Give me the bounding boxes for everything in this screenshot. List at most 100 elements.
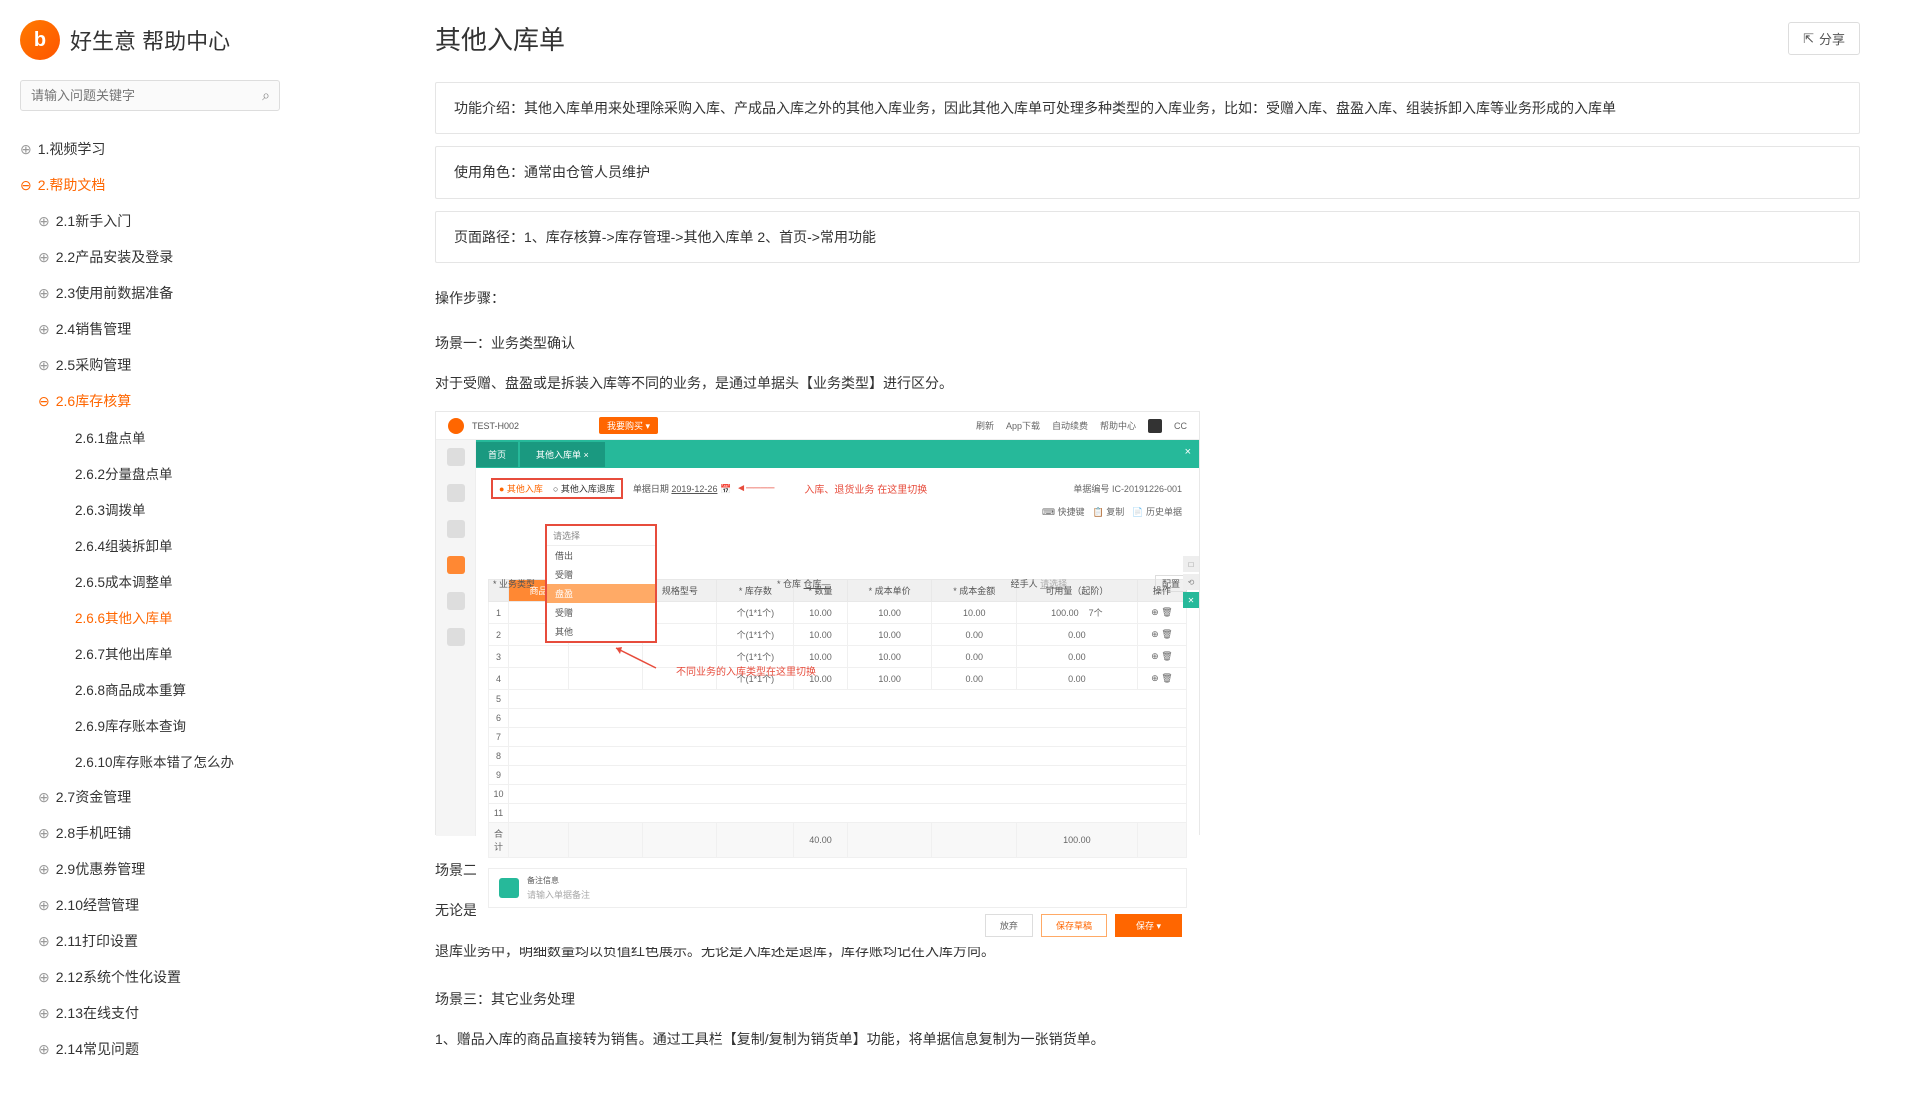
main-content: 其他入库单 ⇱分享 功能介绍：其他入库单用来处理除采购入库、产成品入库之外的其他… — [305, 0, 1920, 1097]
nav-2-6-2[interactable]: 2.6.2分量盘点单 — [20, 455, 285, 491]
nav-2-13[interactable]: ⊕2.13在线支付 — [20, 995, 285, 1031]
intro-box: 功能介绍：其他入库单用来处理除采购入库、产成品入库之外的其他入库业务，因此其他入… — [435, 82, 1860, 134]
embedded-screenshot: TEST-H002 我要购买 ▾ 刷新 App下载 自动续费 帮助中心 CC — [435, 411, 1200, 835]
plus-icon: ⊕ — [20, 141, 32, 158]
nav-2-6-6[interactable]: 2.6.6其他入库单 — [20, 599, 285, 635]
path-box: 页面路径：1、库存核算->库存管理->其他入库单 2、首页->常用功能 — [435, 211, 1860, 263]
steps-label: 操作步骤： — [435, 288, 1860, 308]
nav-2-7[interactable]: ⊕2.7资金管理 — [20, 779, 285, 815]
plus-icon: ⊕ — [38, 357, 50, 374]
ss-doc-code: 单据编号 IC-20191226-001 — [1073, 482, 1187, 495]
role-label: 使用角色： — [454, 164, 524, 180]
ss-tool3: 📄 历史单据 — [1132, 505, 1182, 518]
ss-nav-icon — [447, 520, 465, 538]
page-title: 其他入库单 — [435, 20, 565, 57]
ss-test-label: TEST-H002 — [472, 421, 519, 431]
close-icon: × — [1185, 446, 1191, 458]
nav-label: 2.6.4组装拆卸单 — [75, 535, 173, 555]
nav-label: 2.6.6其他入库单 — [75, 607, 173, 627]
plus-icon: ⊕ — [38, 897, 50, 914]
nav-label: 2.4销售管理 — [56, 319, 131, 339]
search-input[interactable] — [20, 80, 280, 111]
nav-2-8[interactable]: ⊕2.8手机旺铺 — [20, 815, 285, 851]
ss-nav-icon-active — [447, 556, 465, 574]
plus-icon: ⊕ — [38, 933, 50, 950]
role-box: 使用角色：通常由仓管人员维护 — [435, 146, 1860, 198]
minus-icon: ⊖ — [20, 177, 32, 194]
ss-logo-icon — [448, 418, 464, 434]
nav-help-docs[interactable]: ⊖2.帮助文档 — [20, 167, 285, 203]
nav-2-1[interactable]: ⊕2.1新手入门 — [20, 203, 285, 239]
nav-2-6-10[interactable]: 2.6.10库存账本错了怎么办 — [20, 743, 285, 779]
nav-2-6-9[interactable]: 2.6.9库存账本查询 — [20, 707, 285, 743]
ss-toolbar: ⌨ 快捷键 📋 复制 📄 历史单据 — [488, 505, 1187, 518]
nav-label: 2.6.9库存账本查询 — [75, 715, 186, 735]
nav-2-14[interactable]: ⊕2.14常见问题 — [20, 1031, 285, 1067]
nav-video[interactable]: ⊕1.视频学习 — [20, 131, 285, 167]
path-text: 1、库存核算->库存管理->其他入库单 2、首页->常用功能 — [524, 229, 876, 245]
nav-2-2[interactable]: ⊕2.2产品安装及登录 — [20, 239, 285, 275]
nav-label: 2.6.3调拨单 — [75, 499, 146, 519]
nav-label: 2.6.10库存账本错了怎么办 — [75, 751, 234, 771]
nav-2-6-3[interactable]: 2.6.3调拨单 — [20, 491, 285, 527]
nav-label: 2.5采购管理 — [56, 355, 131, 375]
table-row: 8 — [489, 747, 1187, 766]
ss-renew: 自动续费 — [1052, 419, 1088, 432]
nav-label: 2.6.8商品成本重算 — [75, 679, 186, 699]
intro-label: 功能介绍： — [454, 100, 524, 116]
nav-2-6-8[interactable]: 2.6.8商品成本重算 — [20, 671, 285, 707]
share-label: 分享 — [1819, 29, 1845, 48]
th: * 成本金额 — [932, 580, 1017, 602]
search-icon[interactable]: ⌕ — [262, 87, 270, 104]
nav-2-11[interactable]: ⊕2.11打印设置 — [20, 923, 285, 959]
nav-label: 2.6.1盘点单 — [75, 427, 146, 447]
ss-discard-button: 放弃 — [985, 914, 1033, 937]
minus-icon: ⊖ — [38, 393, 50, 410]
nav-label: 2.12系统个性化设置 — [56, 967, 181, 987]
nav-2-4[interactable]: ⊕2.4销售管理 — [20, 311, 285, 347]
share-button[interactable]: ⇱分享 — [1788, 22, 1860, 55]
table-totals: 合计40.00100.00 — [489, 823, 1187, 858]
ss-date-label: 单据日期 2019-12-26 📅 — [633, 482, 731, 495]
nav-2-5[interactable]: ⊕ 2.5采购管理 — [20, 347, 285, 383]
nav-2-6[interactable]: ⊖2.6库存核算 — [20, 383, 285, 419]
nav-label: 2.9优惠券管理 — [56, 859, 145, 879]
path-label: 页面路径： — [454, 229, 524, 245]
ss-dd-item: 其他 — [547, 622, 655, 641]
nav-2-9[interactable]: ⊕2.9优惠券管理 — [20, 851, 285, 887]
table-row: 3个(1*1个)10.0010.000.000.00⊕ 🗑 — [489, 646, 1187, 668]
nav-label: 2.6.2分量盘点单 — [75, 463, 173, 483]
ss-rightbar: □ ⟲ ✕ — [1183, 556, 1199, 610]
ss-tab-current: 其他入库单 × — [520, 442, 605, 467]
scene1-title: 场景一：业务类型确认 — [435, 333, 1860, 353]
nav-2-12[interactable]: ⊕ 2.12系统个性化设置 — [20, 959, 285, 995]
nav-2-6-5[interactable]: 2.6.5成本调整单 — [20, 563, 285, 599]
ss-row1: ● 其他入库 ○ 其他入库退库 单据日期 2019-12-26 📅 ◄──── … — [488, 478, 1187, 499]
remark-placeholder: 请输入单据备注 — [527, 890, 590, 900]
ss-dd-item-selected: 盘盈 — [547, 584, 655, 603]
ss-tool1: ⌨ 快捷键 — [1042, 505, 1085, 518]
nav-label: 2.14常见问题 — [56, 1039, 139, 1059]
plus-icon: ⊕ — [38, 213, 50, 230]
nav-2-10[interactable]: ⊕2.10经营管理 — [20, 887, 285, 923]
ss-radio1: ● 其他入库 — [499, 482, 543, 495]
ss-tabbar: 首页 其他入库单 × × — [436, 440, 1199, 468]
ss-nav-icon — [447, 592, 465, 610]
ss-tab-home: 首页 — [476, 442, 518, 467]
page-header: 其他入库单 ⇱分享 — [435, 20, 1860, 57]
ss-button-row: 放弃 保存草稿 保存 ▾ — [488, 914, 1187, 937]
scene1-text: 对于受赠、盘盈或是拆装入库等不同的业务，是通过单据头【业务类型】进行区分。 — [435, 371, 1860, 396]
table-row: 9 — [489, 766, 1187, 785]
nav-label: 2.6.7其他出库单 — [75, 643, 173, 663]
nav-2-6-7[interactable]: 2.6.7其他出库单 — [20, 635, 285, 671]
plus-icon: ⊕ — [38, 825, 50, 842]
plus-icon: ⊕ — [38, 249, 50, 266]
ss-help: 帮助中心 — [1100, 419, 1136, 432]
nav-label: 2.7资金管理 — [56, 787, 131, 807]
nav-2-3[interactable]: ⊕2.3使用前数据准备 — [20, 275, 285, 311]
plus-icon: ⊕ — [38, 969, 50, 986]
tool-icon: ✕ — [1183, 592, 1199, 608]
avatar-icon — [1148, 419, 1162, 433]
nav-2-6-4[interactable]: 2.6.4组装拆卸单 — [20, 527, 285, 563]
nav-2-6-1[interactable]: 2.6.1盘点单 — [20, 419, 285, 455]
